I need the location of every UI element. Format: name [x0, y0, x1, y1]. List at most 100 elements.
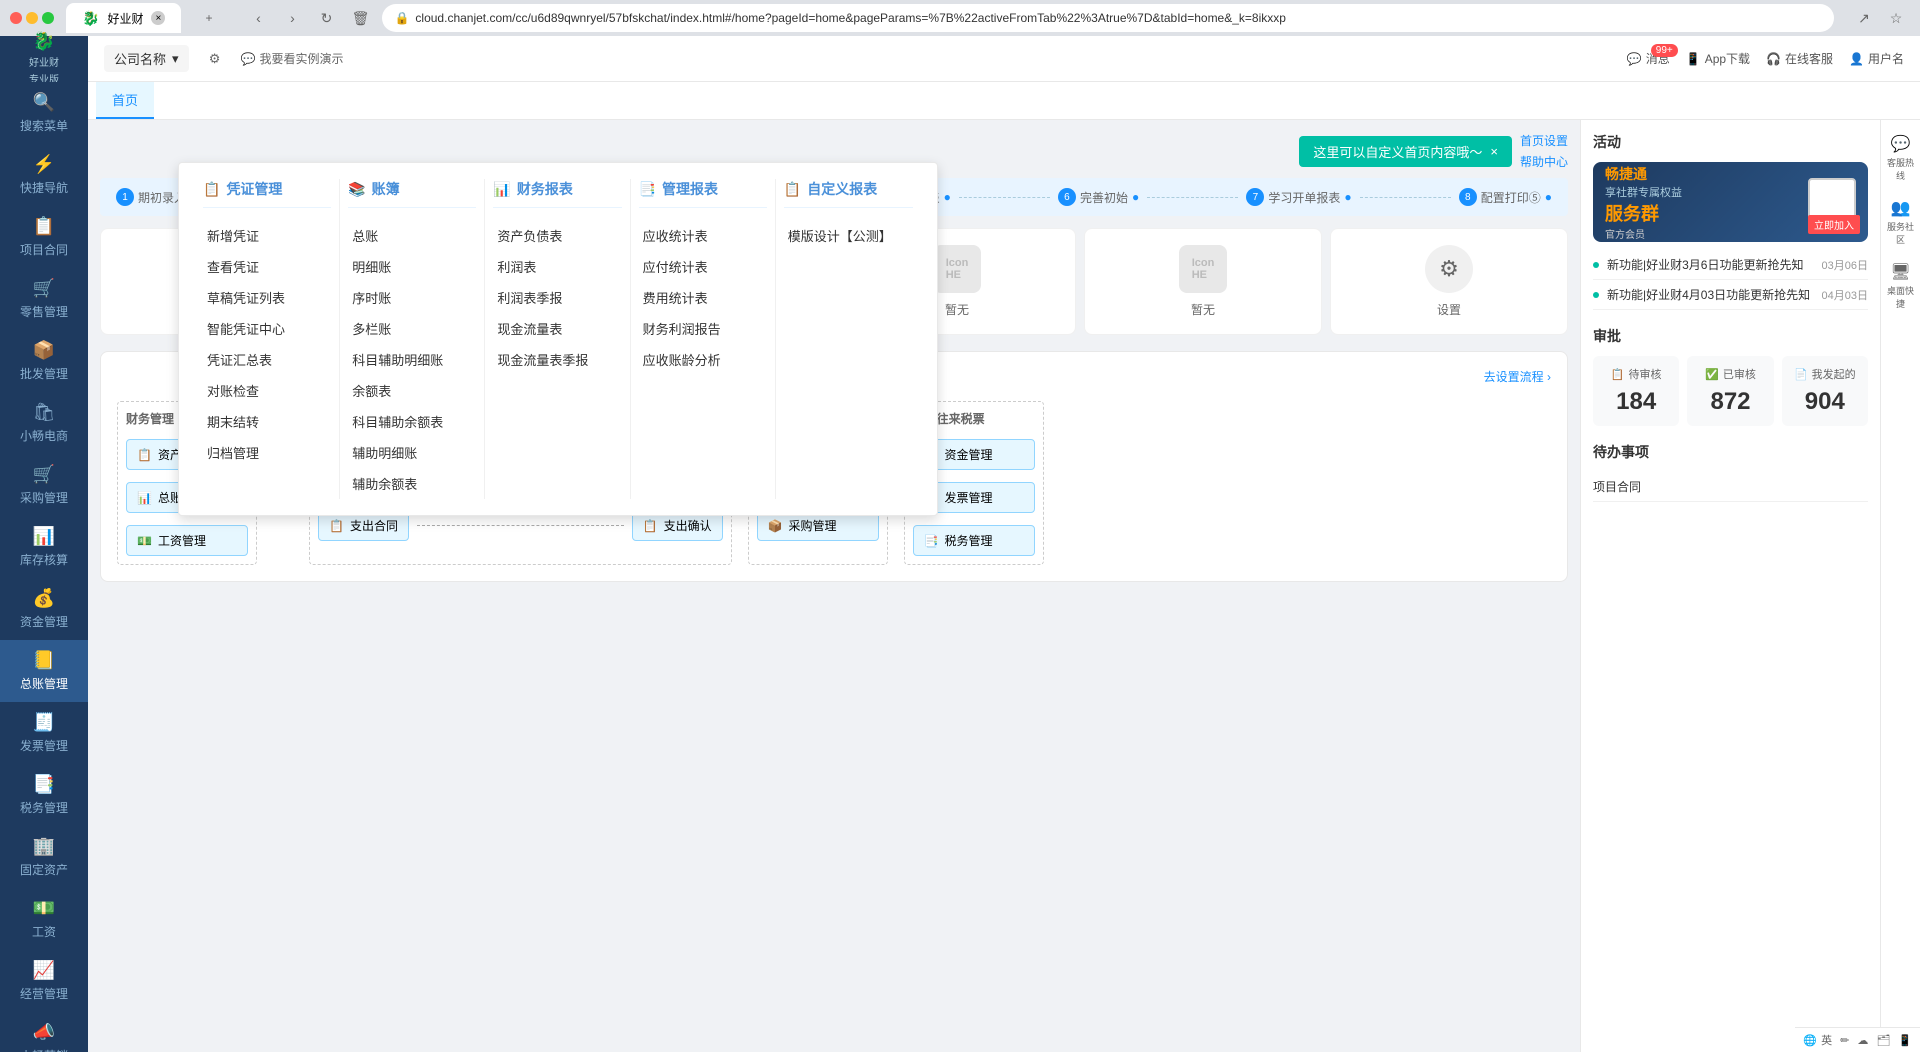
sidebar-item-finance[interactable]: 💰 资金管理 [0, 578, 88, 640]
sidebar-item-assets[interactable]: 🏢 固定资产 [0, 826, 88, 888]
taskbar-lang[interactable]: 🌐 英 [1803, 1032, 1832, 1048]
tax-icon: 📑 [33, 774, 55, 795]
custom-report-col-icon: 📋 [784, 181, 801, 198]
menu-col-voucher-header: 📋 凭证管理 [203, 179, 331, 208]
menu-item-archive[interactable]: 归档管理 [203, 437, 331, 468]
lang-icon: 🌐 [1803, 1034, 1817, 1047]
menu-item-expense-stat[interactable]: 费用统计表 [639, 282, 767, 313]
menu-col-mgmt-report: 📑 管理报表 应收统计表 应付统计表 费用统计表 财务利润报告 应收账龄分析 [631, 179, 776, 499]
menu-item-finance-profit[interactable]: 财务利润报告 [639, 313, 767, 344]
sidebar-item-invoice[interactable]: 🧾 发票管理 [0, 702, 88, 764]
taskbar-mobile[interactable]: 📱 [1898, 1032, 1912, 1048]
sidebar-item-accounting[interactable]: 📒 总账管理 [0, 640, 88, 702]
menu-col-custom-report-header: 📋 自定义报表 [784, 179, 913, 208]
sidebar-item-project[interactable]: 📋 项目合同 [0, 206, 88, 268]
taskbar-files[interactable]: 🗂 [1876, 1032, 1890, 1048]
refresh-button[interactable]: ↻ [312, 4, 340, 32]
message-button[interactable]: 💬 消息 99+ [1627, 50, 1670, 67]
menu-item-cashflow-quarterly[interactable]: 现金流量表季报 [493, 344, 621, 375]
edit-icon: ✏ [1840, 1034, 1849, 1047]
sidebar-item-purchase[interactable]: 🛒 采购管理 [0, 454, 88, 516]
company-selector[interactable]: 公司名称 ▾ [104, 45, 189, 72]
sidebar-label-operation: 经营管理 [20, 985, 68, 1002]
menu-item-aux-balance2[interactable]: 辅助余额表 [348, 468, 476, 499]
menu-item-multi-col-ledger[interactable]: 多栏账 [348, 313, 476, 344]
browser-tab[interactable]: 🐉 好业财 × [66, 3, 181, 33]
search-icon: 🔍 [33, 92, 55, 113]
menu-item-detail-ledger[interactable]: 明细账 [348, 251, 476, 282]
avatar: 👤 [1849, 52, 1864, 66]
online-service-button[interactable]: 🎧 在线客服 [1766, 50, 1833, 67]
sidebar-item-ecommerce[interactable]: 🛍 小畅电商 [0, 392, 88, 454]
banner-text: 这里可以自定义首页内容哦～ [1313, 142, 1482, 161]
sidebar-item-wholesale[interactable]: 📦 批发管理 [0, 330, 88, 392]
menu-item-view-voucher[interactable]: 查看凭证 [203, 251, 331, 282]
menu-col-voucher: 📋 凭证管理 新增凭证 查看凭证 草稿凭证列表 智能凭证中心 凭证汇总表 对账检… [195, 179, 340, 499]
menu-item-voucher-summary[interactable]: 凭证汇总表 [203, 344, 331, 375]
menu-item-aux-detail2[interactable]: 辅助明细账 [348, 437, 476, 468]
menu-item-aging-analysis[interactable]: 应收账龄分析 [639, 344, 767, 375]
sidebar-item-operation[interactable]: 📈 经营管理 [0, 950, 88, 1012]
demo-link[interactable]: 💬 我要看实例演示 [241, 50, 344, 67]
sidebar-item-retail[interactable]: 🛒 零售管理 [0, 268, 88, 330]
home-settings-link[interactable]: 首页设置 [1520, 132, 1568, 149]
banner-close-button[interactable]: × [1490, 144, 1498, 159]
bookmark-button[interactable]: ↗ [1850, 4, 1878, 32]
menu-item-profit-report[interactable]: 利润表 [493, 251, 621, 282]
activity-title: 活动 [1593, 132, 1868, 152]
tab-close-button[interactable]: × [151, 11, 165, 25]
message-badge: 99+ [1651, 44, 1678, 57]
menu-item-general-ledger[interactable]: 总账 [348, 220, 476, 251]
menu-item-seq-ledger[interactable]: 序时账 [348, 282, 476, 313]
sidebar: 🔍 搜索菜单 ⚡ 快捷导航 📋 项目合同 🛒 零售管理 📦 批发管理 🛍 小畅电… [0, 82, 88, 1052]
financial-report-col-title: 财务报表 [517, 179, 573, 199]
menu-item-profit-quarterly[interactable]: 利润表季报 [493, 282, 621, 313]
taskbar-edit[interactable]: ✏ [1840, 1032, 1849, 1048]
logo-area: 🐉 好业财 专业版 [0, 36, 88, 82]
menu-item-add-voucher[interactable]: 新增凭证 [203, 220, 331, 251]
main-layout: 🔍 搜索菜单 ⚡ 快捷导航 📋 项目合同 🛒 零售管理 📦 批发管理 🛍 小畅电… [0, 82, 1920, 1052]
menu-item-balance-report[interactable]: 资产负债表 [493, 220, 621, 251]
header-content: 公司名称 ▾ ⚙ 💬 我要看实例演示 [88, 45, 1627, 73]
sidebar-item-search[interactable]: 🔍 搜索菜单 [0, 82, 88, 144]
menu-item-payable-stat[interactable]: 应付统计表 [639, 251, 767, 282]
address-bar[interactable]: 🔒 cloud.chanjet.com/cc/u6d89qwnryel/57bf… [382, 4, 1834, 32]
taskbar-cloud[interactable]: ☁ [1857, 1032, 1868, 1048]
menu-item-aux-balance[interactable]: 科目辅助余额表 [348, 406, 476, 437]
sidebar-item-marketing[interactable]: 📣 小畅营销 [0, 1012, 88, 1052]
menu-item-aux-detail[interactable]: 科目辅助明细账 [348, 344, 476, 375]
app-download-button[interactable]: 📱 App下载 [1686, 50, 1750, 67]
menu-item-draft-voucher[interactable]: 草稿凭证列表 [203, 282, 331, 313]
sidebar-label-invoice: 发票管理 [20, 737, 68, 754]
menu-item-template-design[interactable]: 模版设计【公测】 [784, 220, 913, 251]
sidebar-label-marketing: 小畅营销 [20, 1047, 68, 1052]
home-button[interactable]: 🗑 [346, 4, 374, 32]
star-button[interactable]: ☆ [1882, 4, 1910, 32]
sidebar-label-project: 项目合同 [20, 241, 68, 258]
nav-tabs-area: 首页 [88, 82, 1920, 120]
forward-button[interactable]: › [278, 4, 306, 32]
wholesale-icon: 📦 [33, 340, 55, 361]
header-right: 💬 消息 99+ 📱 App下载 🎧 在线客服 👤 用户名 [1627, 50, 1920, 67]
sidebar-label-retail: 零售管理 [20, 303, 68, 320]
menu-item-cashflow[interactable]: 现金流量表 [493, 313, 621, 344]
demo-text: 我要看实例演示 [260, 50, 344, 67]
back-button[interactable]: ‹ [244, 4, 272, 32]
new-tab-button[interactable]: + [189, 3, 228, 33]
menu-item-period-close[interactable]: 期末结转 [203, 406, 331, 437]
sidebar-item-tax[interactable]: 📑 税务管理 [0, 764, 88, 826]
menu-item-reconcile[interactable]: 对账检查 [203, 375, 331, 406]
sidebar-label-accounting: 总账管理 [20, 675, 68, 692]
user-avatar[interactable]: 👤 用户名 [1849, 50, 1904, 67]
sidebar-item-shortcut[interactable]: ⚡ 快捷导航 [0, 144, 88, 206]
sidebar-item-payroll[interactable]: 💵 工资 [0, 888, 88, 950]
sidebar-item-inventory[interactable]: 📊 库存核算 [0, 516, 88, 578]
menu-col-financial-report-header: 📊 财务报表 [493, 179, 621, 208]
menu-item-balance-sheet[interactable]: 余额表 [348, 375, 476, 406]
menu-item-receivable-stat[interactable]: 应收统计表 [639, 220, 767, 251]
header-settings-button[interactable]: ⚙ [201, 45, 229, 73]
menu-item-smart-voucher[interactable]: 智能凭证中心 [203, 313, 331, 344]
sidebar-label-assets: 固定资产 [20, 861, 68, 878]
home-tab[interactable]: 首页 [96, 82, 154, 119]
download-icon: 📱 [1686, 52, 1701, 66]
